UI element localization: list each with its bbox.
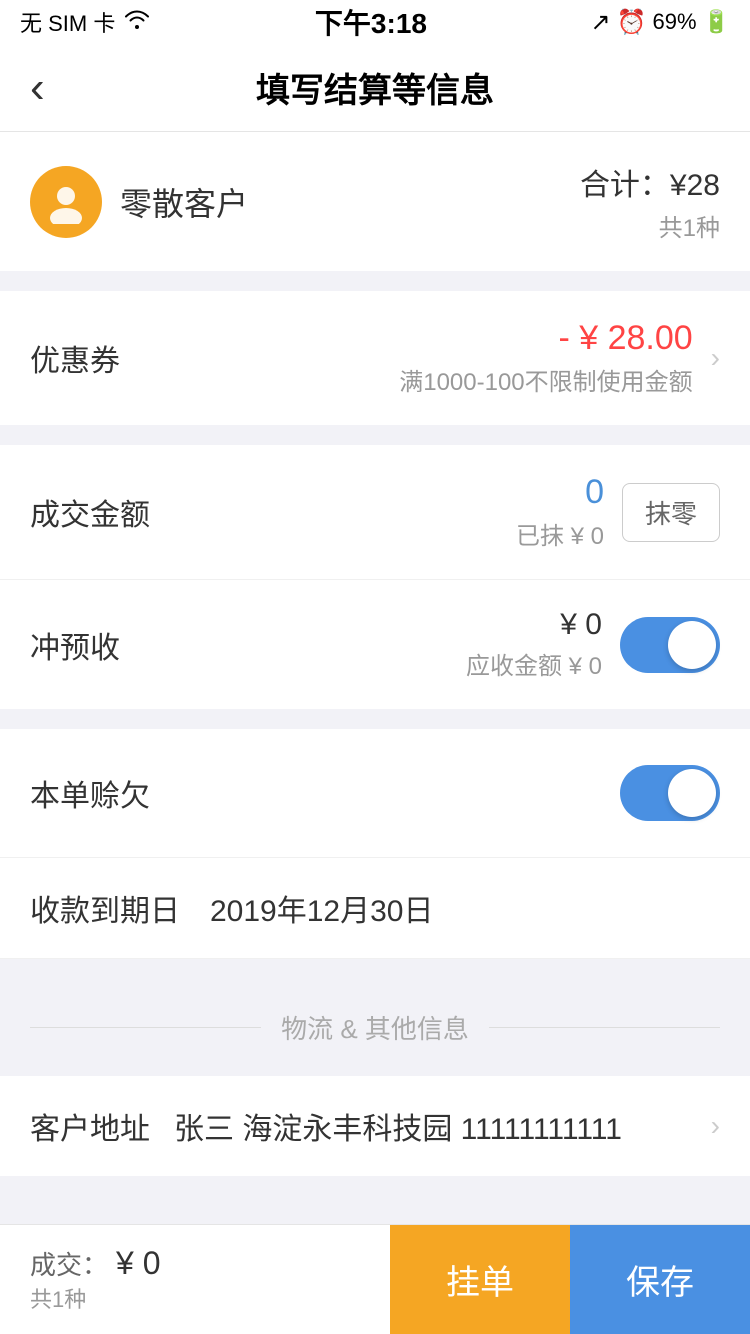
address-section: 客户地址 张三 海淀永丰科技园 11111111111 › (0, 1076, 750, 1176)
deal-amount-col: 0 已抹 ¥ 0 (516, 473, 604, 551)
save-button[interactable]: 保存 (570, 1225, 750, 1334)
deal-amount-label: 成交金额 (30, 490, 150, 534)
prepayment-col: ¥ 0 应收金额 ¥ 0 (466, 608, 602, 681)
logistics-label-text: 物流 & 其他信息 (281, 1009, 469, 1046)
hang-order-button[interactable]: 挂单 (390, 1225, 570, 1334)
arrears-label: 本单赊欠 (30, 771, 150, 815)
coupon-row[interactable]: 优惠券 - ¥ 28.00 满1000-100不限制使用金额 › (0, 291, 750, 425)
prepayment-value: ¥ 0 (466, 608, 602, 642)
battery-percent: 69% (653, 9, 697, 35)
logistics-separator: 物流 & 其他信息 (0, 979, 750, 1076)
status-bar: 无 SIM 卡 下午3:18 ↗ ⏰ 69% 🔋 (0, 0, 750, 44)
bottom-left: 成交： ¥ 0 共1种 (0, 1245, 390, 1314)
address-row[interactable]: 客户地址 张三 海淀永丰科技园 11111111111 › (0, 1076, 750, 1176)
bottom-deal-label: 成交： (30, 1245, 108, 1282)
prepayment-right: ¥ 0 应收金额 ¥ 0 (466, 608, 720, 681)
back-button[interactable]: ‹ (30, 66, 45, 110)
coupon-value: - ¥ 28.00 (399, 319, 692, 358)
due-date-value: 2019年12月30日 (210, 886, 433, 930)
customer-section: 零散客户 合计：¥28 共1种 (0, 132, 750, 271)
status-right: ↗ ⏰ 69% 🔋 (591, 8, 730, 37)
bottom-bar: 成交： ¥ 0 共1种 挂单 保存 (0, 1224, 750, 1334)
address-label: 客户地址 (30, 1104, 150, 1148)
customer-total: 合计：¥28 (580, 160, 720, 204)
arrears-section: 本单赊欠 收款到期日 2019年12月30日 (0, 729, 750, 959)
alarm-icon: ⏰ (617, 8, 647, 37)
prepayment-sub: 应收金额 ¥ 0 (466, 646, 602, 681)
nav-bar: ‹ 填写结算等信息 (0, 44, 750, 132)
customer-right: 合计：¥28 共1种 (580, 160, 720, 243)
deal-amount-right: 0 已抹 ¥ 0 抹零 (516, 473, 720, 551)
arrears-toggle[interactable] (620, 765, 720, 821)
page-title: 填写结算等信息 (256, 63, 494, 112)
customer-left: 零散客户 (30, 166, 248, 238)
coupon-right: - ¥ 28.00 满1000-100不限制使用金额 › (399, 319, 720, 397)
deal-section: 成交金额 0 已抹 ¥ 0 抹零 冲预收 ¥ 0 应收金额 ¥ 0 (0, 445, 750, 709)
arrears-row: 本单赊欠 (0, 729, 750, 858)
status-time: 下午3:18 (315, 2, 427, 42)
coupon-value-col: - ¥ 28.00 满1000-100不限制使用金额 (399, 319, 692, 397)
coupon-section: 优惠券 - ¥ 28.00 满1000-100不限制使用金额 › (0, 291, 750, 425)
battery-icon: 🔋 (703, 9, 730, 35)
arrears-toggle-knob (668, 769, 716, 817)
customer-count: 共1种 (580, 208, 720, 243)
address-chevron: › (711, 1110, 720, 1142)
coupon-chevron: › (711, 342, 720, 374)
location-icon: ↗ (591, 8, 611, 37)
prepayment-label: 冲预收 (30, 623, 150, 667)
bottom-deal-value: ¥ 0 (116, 1245, 160, 1282)
deal-amount-sub: 已抹 ¥ 0 (516, 516, 604, 551)
bottom-count: 共1种 (30, 1282, 360, 1314)
round-zero-button[interactable]: 抹零 (622, 483, 720, 542)
customer-name: 零散客户 (120, 179, 248, 225)
coupon-label: 优惠券 (30, 336, 150, 380)
customer-avatar (30, 166, 102, 238)
due-date-label: 收款到期日 (30, 886, 180, 930)
prepayment-toggle-knob (668, 621, 716, 669)
status-left: 无 SIM 卡 (20, 6, 151, 38)
logistics-label: 物流 & 其他信息 (30, 1009, 720, 1046)
deal-amount-value: 0 (516, 473, 604, 512)
main-content: 零散客户 合计：¥28 共1种 优惠券 - ¥ 28.00 满1000-100不… (0, 132, 750, 1316)
wifi-icon (123, 8, 151, 36)
prepayment-toggle[interactable] (620, 617, 720, 673)
due-date-row: 收款到期日 2019年12月30日 (0, 858, 750, 959)
address-value: 张三 海淀永丰科技园 11111111111 (174, 1104, 711, 1148)
coupon-sub: 满1000-100不限制使用金额 (399, 362, 692, 397)
deal-amount-row: 成交金额 0 已抹 ¥ 0 抹零 (0, 445, 750, 580)
prepayment-row: 冲预收 ¥ 0 应收金额 ¥ 0 (0, 580, 750, 709)
sim-status: 无 SIM 卡 (20, 6, 115, 38)
